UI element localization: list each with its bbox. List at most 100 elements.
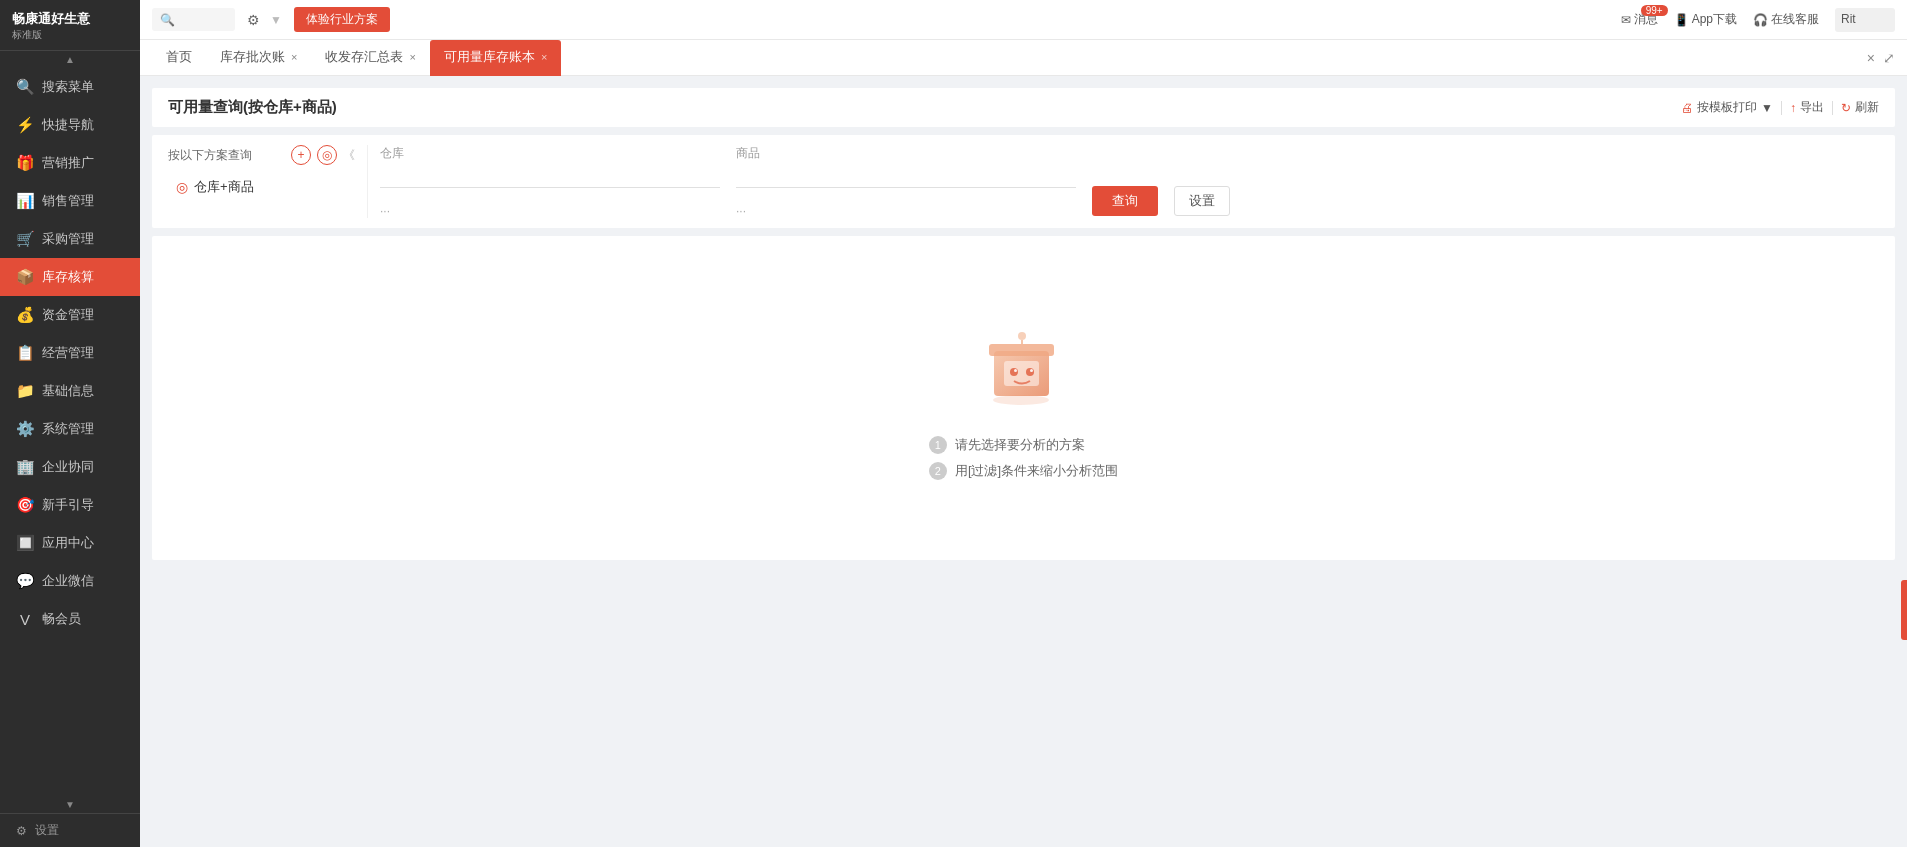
batch-ledger-close-icon[interactable]: × — [291, 51, 297, 63]
tab-home[interactable]: 首页 — [152, 40, 206, 76]
svg-rect-2 — [1004, 361, 1039, 386]
sidebar-item-label: 企业微信 — [42, 572, 94, 590]
online-service-link[interactable]: 🎧 在线客服 — [1753, 11, 1819, 28]
settings-button[interactable]: 设置 — [1174, 186, 1230, 216]
money-icon: 💰 — [16, 306, 34, 324]
user-avatar[interactable]: Rit — [1835, 8, 1895, 32]
home-tab-label: 首页 — [166, 48, 192, 66]
sidebar-item-marketing[interactable]: 🎁 营销推广 — [0, 144, 140, 182]
print-icon: 🖨 — [1681, 101, 1693, 115]
print-button[interactable]: 🖨 按模板打印 ▼ — [1681, 99, 1773, 116]
sidebar-scroll-down[interactable]: ▼ — [0, 796, 140, 813]
lightning-icon: ⚡ — [16, 116, 34, 134]
topbar-messages[interactable]: ✉ 消息 99+ — [1621, 11, 1658, 28]
empty-state: 1 请先选择要分析的方案 2 用[过滤]条件来缩小分析范围 — [152, 236, 1895, 560]
filter-add-button[interactable]: + — [291, 145, 311, 165]
page-header: 可用量查询(按仓库+商品) 🖨 按模板打印 ▼ ↑ 导出 ↻ 刷新 — [152, 88, 1895, 127]
sidebar-settings-label: 设置 — [35, 822, 59, 839]
sidebar-item-shortcut[interactable]: ⚡ 快捷导航 — [0, 106, 140, 144]
available-ledger-close-icon[interactable]: × — [541, 51, 547, 63]
tip-num-2: 2 — [929, 462, 947, 480]
sidebar-item-finance[interactable]: 💰 资金管理 — [0, 296, 140, 334]
sidebar-item-operation[interactable]: 📋 经营管理 — [0, 334, 140, 372]
action-divider-1 — [1781, 101, 1782, 115]
topbar-gear-icon[interactable]: ⚙ — [247, 12, 260, 28]
filter-settings-icon-button[interactable]: ◎ — [317, 145, 337, 165]
sidebar-item-label: 企业协同 — [42, 458, 94, 476]
sidebar-menu: 🔍 搜索菜单 ⚡ 快捷导航 🎁 营销推广 📊 销售管理 🛒 采购管理 📦 库存核… — [0, 68, 140, 796]
svg-point-6 — [1030, 369, 1033, 372]
gear-icon: ⚙️ — [16, 420, 34, 438]
headset-icon: 🎧 — [1753, 13, 1768, 27]
filter-collapse-button[interactable]: 《 — [343, 147, 355, 164]
goods-more-icon[interactable]: ··· — [736, 204, 1076, 218]
sidebar-item-basic[interactable]: 📁 基础信息 — [0, 372, 140, 410]
empty-tip-1: 1 请先选择要分析的方案 — [929, 436, 1118, 454]
sidebar-item-member[interactable]: V 畅会员 — [0, 600, 140, 638]
sidebar-item-label: 搜索菜单 — [42, 78, 94, 96]
sidebar-item-enterprise[interactable]: 🏢 企业协同 — [0, 448, 140, 486]
goods-field: 商品 ··· — [736, 145, 1076, 218]
app-version: 标准版 — [12, 28, 128, 42]
available-ledger-tab-label: 可用量库存账本 — [444, 48, 535, 66]
svg-point-3 — [1010, 368, 1018, 376]
box-icon: 📦 — [16, 268, 34, 286]
topbar-search[interactable]: 🔍 — [152, 8, 235, 31]
trial-industry-button[interactable]: 体验行业方案 — [294, 7, 390, 32]
refresh-icon: ↻ — [1841, 101, 1851, 115]
target-icon: 🎯 — [16, 496, 34, 514]
sidebar-scroll-up[interactable]: ▲ — [0, 51, 140, 68]
filter-left: 按以下方案查询 + ◎ 《 ◎ 仓库+商品 — [168, 145, 368, 218]
tabs-actions: × ⤢ — [1867, 50, 1895, 66]
tab-stock-summary[interactable]: 收发存汇总表 × — [311, 40, 429, 76]
sidebar-item-apps[interactable]: 🔲 应用中心 — [0, 524, 140, 562]
tab-expand-button[interactable]: ⤢ — [1883, 50, 1895, 66]
wechat-icon: 💬 — [16, 572, 34, 590]
search-icon: 🔍 — [16, 78, 34, 96]
filter-option-warehouse-goods[interactable]: ◎ 仓库+商品 — [168, 173, 355, 201]
tip-num-1: 1 — [929, 436, 947, 454]
filter-actions: + ◎ 《 — [291, 145, 355, 165]
sidebar-item-label: 销售管理 — [42, 192, 94, 210]
sidebar-item-wechat[interactable]: 💬 企业微信 — [0, 562, 140, 600]
action-divider-2 — [1832, 101, 1833, 115]
filter-label-row: 按以下方案查询 + ◎ 《 — [168, 145, 355, 165]
sidebar-item-label: 营销推广 — [42, 154, 94, 172]
stock-summary-close-icon[interactable]: × — [409, 51, 415, 63]
query-button[interactable]: 查询 — [1092, 186, 1158, 216]
building-icon: 🏢 — [16, 458, 34, 476]
sidebar-item-label: 畅会员 — [42, 610, 81, 628]
empty-svg-icon — [974, 316, 1074, 416]
sidebar-item-search[interactable]: 🔍 搜索菜单 — [0, 68, 140, 106]
sidebar-item-label: 经营管理 — [42, 344, 94, 362]
sidebar-item-inventory[interactable]: 📦 库存核算 — [0, 258, 140, 296]
sidebar-item-system[interactable]: ⚙️ 系统管理 — [0, 410, 140, 448]
export-button[interactable]: ↑ 导出 — [1790, 99, 1824, 116]
tab-close-all-button[interactable]: × — [1867, 50, 1875, 66]
warehouse-input[interactable] — [380, 164, 720, 188]
warehouse-more-icon[interactable]: ··· — [380, 204, 720, 218]
topbar-dropdown-icon[interactable]: ▼ — [270, 13, 282, 27]
export-icon: ↑ — [1790, 101, 1796, 115]
apps-icon: 🔲 — [16, 534, 34, 552]
tab-batch-ledger[interactable]: 库存批次账 × — [206, 40, 311, 76]
sidebar-item-newbie[interactable]: 🎯 新手引导 — [0, 486, 140, 524]
goods-input[interactable] — [736, 164, 1076, 188]
sidebar-item-purchase[interactable]: 🛒 采购管理 — [0, 220, 140, 258]
tab-available-ledger[interactable]: 可用量库存账本 × — [430, 40, 561, 76]
print-dropdown-icon[interactable]: ▼ — [1761, 101, 1773, 115]
sidebar-item-label: 应用中心 — [42, 534, 94, 552]
clipboard-icon: 📋 — [16, 344, 34, 362]
empty-tips: 1 请先选择要分析的方案 2 用[过滤]条件来缩小分析范围 — [929, 436, 1118, 480]
sidebar-settings[interactable]: ⚙ 设置 — [0, 813, 140, 847]
svg-point-7 — [1018, 332, 1026, 340]
export-label: 导出 — [1800, 99, 1824, 116]
refresh-button[interactable]: ↻ 刷新 — [1841, 99, 1879, 116]
page-title: 可用量查询(按仓库+商品) — [168, 98, 337, 117]
right-scroll-indicator — [1901, 580, 1907, 640]
app-download-link[interactable]: 📱 App下载 — [1674, 11, 1737, 28]
print-label: 按模板打印 — [1697, 99, 1757, 116]
sidebar-item-sales[interactable]: 📊 销售管理 — [0, 182, 140, 220]
sidebar-item-label: 库存核算 — [42, 268, 94, 286]
app-title: 畅康通好生意 — [12, 10, 128, 28]
